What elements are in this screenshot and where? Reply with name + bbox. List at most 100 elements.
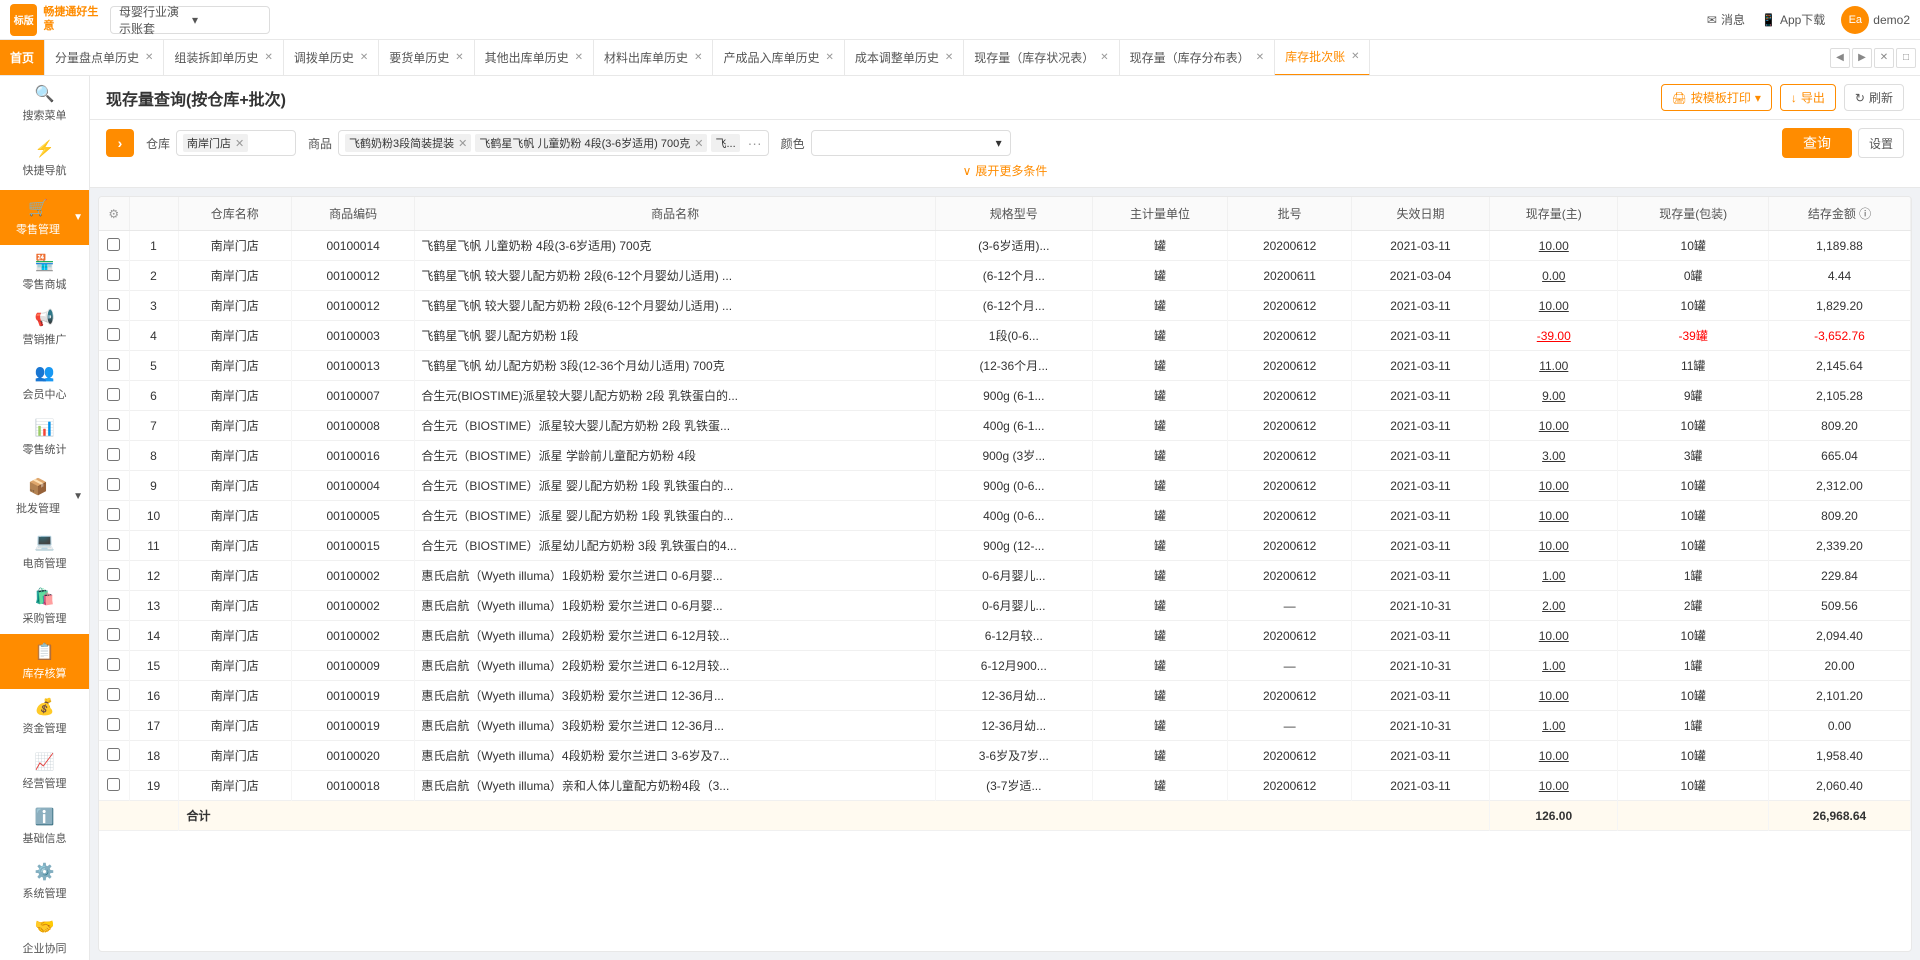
row-qty-main[interactable]: 10.00 — [1490, 531, 1618, 561]
product-tags[interactable]: 飞鹤奶粉3段简装提装 ✕ 飞鹤星飞帆 儿童奶粉 4段(3-6岁适用) 700克 … — [338, 130, 769, 156]
row-qty-main[interactable]: 10.00 — [1490, 411, 1618, 441]
tab-close-icon[interactable]: ✕ — [575, 52, 583, 63]
row-qty-main[interactable]: 10.00 — [1490, 741, 1618, 771]
tab-prev-arrow[interactable]: ◀ — [1830, 48, 1850, 68]
row-checkbox[interactable] — [99, 591, 129, 621]
sidebar-item-inventory[interactable]: 📋 库存核算 — [0, 634, 89, 689]
filter-expand-btn[interactable]: › — [106, 129, 134, 157]
tab-close-icon[interactable]: ✕ — [825, 52, 833, 63]
row-checkbox[interactable] — [99, 291, 129, 321]
color-dropdown[interactable]: ▾ — [811, 130, 1011, 156]
sidebar-item-mall[interactable]: 🏪 零售商城 — [0, 245, 89, 300]
expand-more-filters[interactable]: ∨ 展开更多条件 — [106, 162, 1904, 179]
row-checkbox[interactable] — [99, 381, 129, 411]
settings-col-icon[interactable]: ⚙ — [108, 207, 119, 221]
tab-next-arrow[interactable]: ▶ — [1852, 48, 1872, 68]
row-qty-main[interactable]: 10.00 — [1490, 681, 1618, 711]
row-checkbox[interactable] — [99, 711, 129, 741]
tab-kupizhang[interactable]: 库存批次账 ✕ — [1275, 40, 1370, 76]
tab-close-icon[interactable]: ✕ — [1100, 52, 1108, 63]
row-checkbox[interactable] — [99, 471, 129, 501]
row-checkbox[interactable] — [99, 351, 129, 381]
tab-diaobo[interactable]: 调拨单历史 ✕ — [284, 40, 379, 76]
sidebar-item-wholesale[interactable]: 📦 批发管理 ▼ — [0, 469, 89, 524]
row-qty-main[interactable]: 1.00 — [1490, 561, 1618, 591]
remove-product-tag-1[interactable]: ✕ — [458, 137, 467, 150]
row-qty-main[interactable]: 10.00 — [1490, 771, 1618, 801]
tab-close-icon[interactable]: ✕ — [455, 52, 463, 63]
row-qty-main[interactable]: 10.00 — [1490, 471, 1618, 501]
row-checkbox[interactable] — [99, 561, 129, 591]
tab-maximize[interactable]: □ — [1896, 48, 1916, 68]
query-button[interactable]: 查询 — [1782, 128, 1852, 158]
row-qty-main[interactable]: 2.00 — [1490, 591, 1618, 621]
warehouse-tags[interactable]: 南岸门店 ✕ — [176, 130, 296, 156]
tab-close-icon[interactable]: ✕ — [145, 52, 153, 63]
row-checkbox[interactable] — [99, 681, 129, 711]
sidebar-item-operations[interactable]: 📈 经营管理 — [0, 744, 89, 799]
row-checkbox[interactable] — [99, 321, 129, 351]
template-print-button[interactable]: 🖨 按模板打印 ▾ — [1661, 84, 1772, 111]
row-qty-main[interactable]: 0.00 — [1490, 261, 1618, 291]
tab-close-icon[interactable]: ✕ — [694, 52, 702, 63]
row-qty-main[interactable]: 1.00 — [1490, 651, 1618, 681]
row-qty-main[interactable]: 10.00 — [1490, 231, 1618, 261]
row-qty-main[interactable]: 10.00 — [1490, 621, 1618, 651]
row-checkbox[interactable] — [99, 621, 129, 651]
tab-chanchengru[interactable]: 产成品入库单历史 ✕ — [713, 40, 844, 76]
sidebar-item-finance[interactable]: 💰 资金管理 — [0, 689, 89, 744]
tab-zuzhangchaijian[interactable]: 组装拆卸单历史 ✕ — [164, 40, 283, 76]
tab-chenben[interactable]: 成本调整单历史 ✕ — [845, 40, 964, 76]
row-checkbox[interactable] — [99, 261, 129, 291]
app-download-button[interactable]: 📱 App下载 — [1761, 11, 1825, 28]
row-checkbox[interactable] — [99, 771, 129, 801]
tab-yaohuo[interactable]: 要货单历史 ✕ — [379, 40, 474, 76]
tab-xiancunfen[interactable]: 现存量（库存分布表） ✕ — [1120, 40, 1275, 76]
settings-button[interactable]: 设置 — [1858, 128, 1904, 158]
row-checkbox[interactable] — [99, 741, 129, 771]
remove-product-tag-2[interactable]: ✕ — [694, 137, 703, 150]
row-qty-main[interactable]: 9.00 — [1490, 381, 1618, 411]
row-qty-main[interactable]: 11.00 — [1490, 351, 1618, 381]
tab-fenliangpandian[interactable]: 分量盘点单历史 ✕ — [45, 40, 164, 76]
row-checkbox[interactable] — [99, 231, 129, 261]
sidebar-item-ecommerce[interactable]: 💻 电商管理 — [0, 524, 89, 579]
tab-qitachuku[interactable]: 其他出库单历史 ✕ — [475, 40, 594, 76]
sidebar-item-purchase[interactable]: 🛍️ 采购管理 — [0, 579, 89, 634]
sidebar-item-collab[interactable]: 🤝 企业协同 — [0, 909, 89, 960]
tab-close-all[interactable]: ✕ — [1874, 48, 1894, 68]
row-qty-main[interactable]: 3.00 — [1490, 441, 1618, 471]
row-checkbox[interactable] — [99, 411, 129, 441]
row-qty-main[interactable]: 1.00 — [1490, 711, 1618, 741]
sidebar-item-base[interactable]: ℹ️ 基础信息 — [0, 799, 89, 854]
remove-warehouse-tag[interactable]: ✕ — [235, 137, 244, 150]
sidebar-item-system[interactable]: ⚙️ 系统管理 — [0, 854, 89, 909]
sidebar-item-member[interactable]: 👥 会员中心 — [0, 355, 89, 410]
org-selector[interactable]: 母婴行业演示账套 ▾ — [110, 6, 270, 34]
product-more-dots[interactable]: ··· — [748, 135, 762, 151]
row-checkbox[interactable] — [99, 501, 129, 531]
message-button[interactable]: ✉ 消息 — [1707, 11, 1745, 28]
tab-close-icon[interactable]: ✕ — [360, 52, 368, 63]
sidebar-item-marketing[interactable]: 📢 营销推广 — [0, 300, 89, 355]
tab-close-icon[interactable]: ✕ — [264, 52, 272, 63]
tab-xiancunzhuang[interactable]: 现存量（库存状况表） ✕ — [964, 40, 1119, 76]
tab-home[interactable]: 首页 — [0, 40, 45, 76]
col-settings[interactable]: ⚙ — [99, 197, 129, 231]
tab-close-icon[interactable]: ✕ — [1256, 52, 1264, 63]
row-qty-main[interactable]: 10.00 — [1490, 291, 1618, 321]
row-checkbox[interactable] — [99, 651, 129, 681]
export-button[interactable]: ↓ 导出 — [1780, 84, 1836, 111]
row-qty-main[interactable]: -39.00 — [1490, 321, 1618, 351]
row-qty-main[interactable]: 10.00 — [1490, 501, 1618, 531]
refresh-button[interactable]: ↻ 刷新 — [1844, 84, 1904, 111]
sidebar-item-retail-stats[interactable]: 📊 零售统计 — [0, 410, 89, 465]
user-menu[interactable]: Ea demo2 — [1841, 6, 1910, 34]
row-checkbox[interactable] — [99, 531, 129, 561]
tab-liaochuku[interactable]: 材料出库单历史 ✕ — [594, 40, 713, 76]
sidebar-item-nav[interactable]: ⚡ 快捷导航 — [0, 131, 89, 186]
sidebar-item-retail[interactable]: 🛒 零售管理 ▼ — [0, 190, 89, 245]
row-checkbox[interactable] — [99, 441, 129, 471]
tab-close-icon[interactable]: ✕ — [1351, 51, 1359, 62]
tab-close-icon[interactable]: ✕ — [945, 52, 953, 63]
